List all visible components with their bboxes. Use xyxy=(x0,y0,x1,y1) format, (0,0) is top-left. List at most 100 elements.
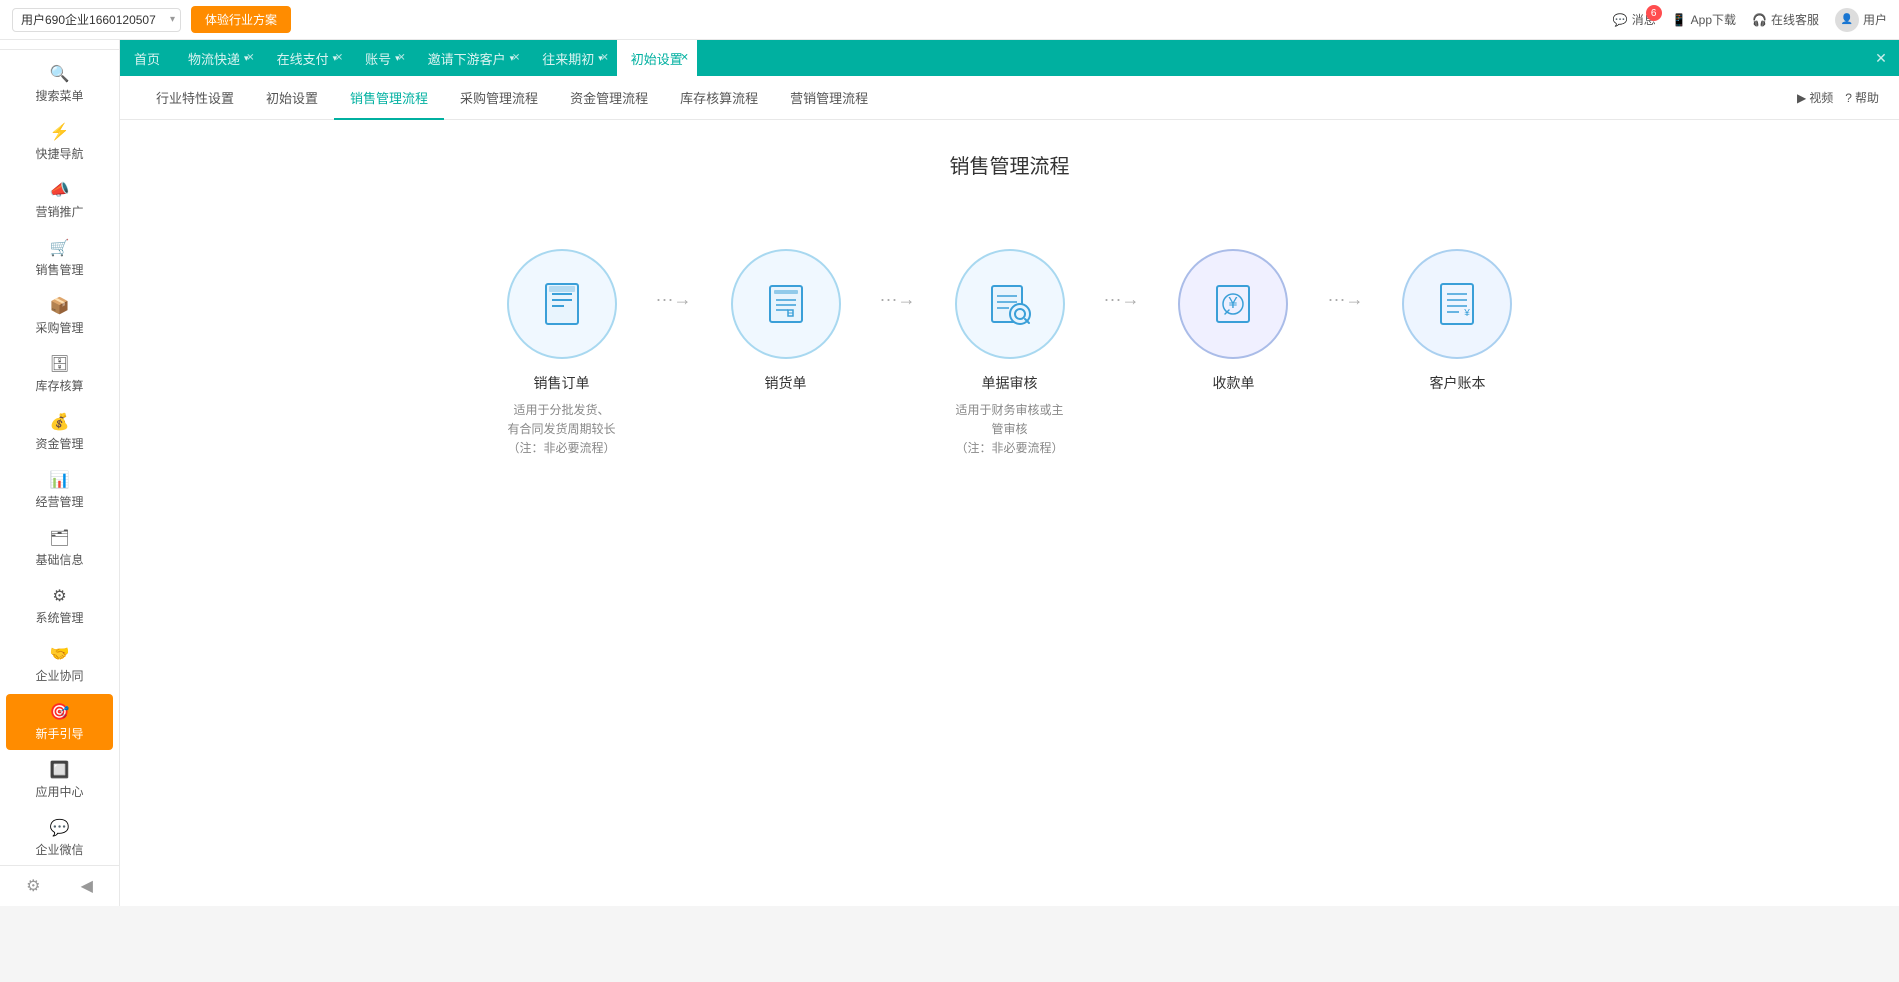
flow-item-delivery: 销货单 xyxy=(696,249,876,401)
flow-arrow-2: ···→ xyxy=(880,249,916,310)
sub-tab-industry[interactable]: 行业特性设置 xyxy=(140,77,250,120)
online-service-btn[interactable]: 🎧 在线客服 xyxy=(1752,11,1819,28)
search-icon: 🔍 xyxy=(50,64,70,84)
collapse-btn[interactable]: ◀ xyxy=(81,876,93,896)
close-icon[interactable]: ✕ xyxy=(680,53,688,64)
sub-tab-sales-flow[interactable]: 销售管理流程 xyxy=(334,77,444,120)
headset-icon: 🎧 xyxy=(1752,13,1767,27)
sub-tab-capital-flow[interactable]: 资金管理流程 xyxy=(554,77,664,120)
user-profile-btn[interactable]: 👤 用户 xyxy=(1835,8,1887,32)
close-icon[interactable]: ✕ xyxy=(600,53,608,64)
flow-circle-receipt[interactable]: ¥ xyxy=(1178,249,1288,359)
nav-tab-payment[interactable]: 在线支付 ▾ ✕ xyxy=(263,40,352,76)
sidebar-item-quick-nav[interactable]: ⚡ 快捷导航 xyxy=(6,114,113,170)
sidebar-item-purchase[interactable]: 📦 采购管理 xyxy=(6,288,113,344)
close-icon[interactable]: ✕ xyxy=(512,53,520,64)
flow-item-receipt: ¥ 收款单 xyxy=(1143,249,1323,401)
flow-item-title-delivery: 销货单 xyxy=(765,373,807,393)
sidebar-item-inventory[interactable]: 🗄 库存核算 xyxy=(6,346,113,402)
grid-icon: 🔲 xyxy=(50,760,70,780)
top-bar: 用户690企业1660120507 体验行业方案 💬 消息 6 📱 App下载 … xyxy=(0,0,1899,40)
handshake-icon: 🤝 xyxy=(50,644,70,664)
flow-arrow-3: ···→ xyxy=(1104,249,1140,310)
message-badge: 6 xyxy=(1646,5,1662,21)
question-icon: ? xyxy=(1845,91,1852,105)
sidebar-item-system[interactable]: ⚙ 系统管理 xyxy=(6,578,113,634)
message-btn[interactable]: 💬 消息 6 xyxy=(1613,11,1656,28)
flow-circle-sales-order[interactable] xyxy=(507,249,617,359)
flow-item-title-receipt: 收款单 xyxy=(1212,373,1254,393)
main-content: 行业特性设置 初始设置 销售管理流程 采购管理流程 资金管理流程 库存核算流程 … xyxy=(120,76,1899,906)
sub-tab-marketing-flow[interactable]: 营销管理流程 xyxy=(774,77,884,120)
flow-circle-delivery[interactable] xyxy=(731,249,841,359)
sidebar-item-marketing-promo[interactable]: 📣 营销推广 xyxy=(6,172,113,228)
flow-arrow-4: ···→ xyxy=(1327,249,1363,310)
settings-btn[interactable]: ⚙ xyxy=(26,876,40,896)
sidebar-bottom: ⚙ ◀ xyxy=(0,865,119,906)
svg-text:¥: ¥ xyxy=(1464,308,1471,319)
video-help-btn[interactable]: ▶ 视频 xyxy=(1797,89,1833,106)
nav-tabs: 首页 物流快递 ▾ ✕ 在线支付 ▾ ✕ 账号 ▾ ✕ 邀请下游客户 ▾ ✕ 往… xyxy=(120,40,1899,76)
gear-icon: ⚙ xyxy=(52,586,66,606)
flow-item-title-sales-order: 销售订单 xyxy=(534,373,590,393)
close-icon[interactable]: ✕ xyxy=(246,53,254,64)
app-download-btn[interactable]: 📱 App下载 xyxy=(1672,11,1736,28)
sidebar: 畅 畅捷通好生意 标准版 🔍 搜索菜单 ⚡ 快捷导航 📣 营销推广 🛒 销售管理… xyxy=(0,0,120,906)
sidebar-item-operations[interactable]: 📊 经营管理 xyxy=(6,462,113,518)
sidebar-item-guide[interactable]: 🎯 新手引导 xyxy=(6,694,113,750)
cabinet-icon: 🗄 xyxy=(49,354,69,374)
nav-tab-initial-setup[interactable]: 初始设置 ✕ xyxy=(617,40,697,76)
flow-arrow-1: ···→ xyxy=(656,249,692,310)
flow-diagram: 销售订单 适用于分批发货、有合同发货周期较长（注：非必要流程） ···→ xyxy=(160,229,1859,479)
sidebar-item-sales[interactable]: 🛒 销售管理 xyxy=(6,230,113,286)
nav-tab-account[interactable]: 账号 ▾ ✕ xyxy=(351,40,414,76)
flow-item-desc-audit: 适用于财务审核或主管审核（注：非必要流程） xyxy=(955,401,1063,459)
flow-item-title-audit: 单据审核 xyxy=(982,373,1038,393)
help-btn[interactable]: ? 帮助 xyxy=(1845,89,1879,106)
megaphone-icon: 📣 xyxy=(50,180,70,200)
sub-tab-inventory-flow[interactable]: 库存核算流程 xyxy=(664,77,774,120)
target-icon: 🎯 xyxy=(50,702,70,722)
sidebar-item-finance[interactable]: 💰 资金管理 xyxy=(6,404,113,460)
video-icon: ▶ xyxy=(1797,91,1806,105)
sidebar-items: 🔍 搜索菜单 ⚡ 快捷导航 📣 营销推广 🛒 销售管理 📦 采购管理 🗄 库存核… xyxy=(0,50,119,865)
sidebar-item-search[interactable]: 🔍 搜索菜单 xyxy=(6,56,113,112)
sidebar-item-enterprise-coop[interactable]: 🤝 企业协同 xyxy=(6,636,113,692)
window-close-btn[interactable]: ✕ xyxy=(1863,40,1899,76)
close-icon[interactable]: ✕ xyxy=(335,53,343,64)
message-icon: 💬 xyxy=(1613,13,1628,27)
flow-item-audit: 单据审核 适用于财务审核或主管审核（注：非必要流程） xyxy=(920,249,1100,459)
top-bar-right: 💬 消息 6 📱 App下载 🎧 在线客服 👤 用户 xyxy=(1613,8,1887,32)
sub-tab-purchase-flow[interactable]: 采购管理流程 xyxy=(444,77,554,120)
cart-icon: 🛒 xyxy=(50,238,70,258)
nav-tab-home[interactable]: 首页 xyxy=(120,40,174,76)
app-icon: 📱 xyxy=(1672,13,1687,27)
sidebar-item-basic-info[interactable]: 🗂 基础信息 xyxy=(6,520,113,576)
money-icon: 💰 xyxy=(50,412,70,432)
sub-tabs-right: ▶ 视频 ? 帮助 xyxy=(1797,89,1879,106)
sidebar-item-enterprise-wechat[interactable]: 💬 企业微信 xyxy=(6,810,113,865)
flow-item-sales-order: 销售订单 适用于分批发货、有合同发货周期较长（注：非必要流程） xyxy=(472,249,652,459)
top-bar-left: 用户690企业1660120507 体验行业方案 xyxy=(12,6,291,33)
nav-tab-period[interactable]: 往来期初 ▾ ✕ xyxy=(528,40,617,76)
box-icon: 📦 xyxy=(50,296,70,316)
sidebar-item-app-center[interactable]: 🔲 应用中心 xyxy=(6,752,113,808)
sub-tab-initial[interactable]: 初始设置 xyxy=(250,77,334,120)
page-content: 销售管理流程 销售订单 适用于分批发货、有合同发货周期较长（注：非必要流程） xyxy=(120,120,1899,509)
wechat-icon: 💬 xyxy=(50,818,70,838)
flow-item-title-ledger: 客户账本 xyxy=(1429,373,1485,393)
flow-circle-audit[interactable] xyxy=(955,249,1065,359)
flow-circle-ledger[interactable]: ¥ xyxy=(1402,249,1512,359)
nav-tab-invite[interactable]: 邀请下游客户 ▾ ✕ xyxy=(414,40,529,76)
chart-icon: 📊 xyxy=(50,470,70,490)
flow-item-desc-sales-order: 适用于分批发货、有合同发货周期较长（注：非必要流程） xyxy=(508,401,616,459)
user-selector[interactable]: 用户690企业1660120507 xyxy=(12,8,181,32)
avatar: 👤 xyxy=(1835,8,1859,32)
folder-icon: 🗂 xyxy=(49,528,69,548)
nav-tab-logistics[interactable]: 物流快递 ▾ ✕ xyxy=(174,40,263,76)
sub-tabs: 行业特性设置 初始设置 销售管理流程 采购管理流程 资金管理流程 库存核算流程 … xyxy=(120,76,1899,120)
trial-btn[interactable]: 体验行业方案 xyxy=(191,6,291,33)
close-icon[interactable]: ✕ xyxy=(397,53,405,64)
user-selector-wrapper[interactable]: 用户690企业1660120507 xyxy=(12,8,181,32)
page-title: 销售管理流程 xyxy=(160,150,1859,179)
